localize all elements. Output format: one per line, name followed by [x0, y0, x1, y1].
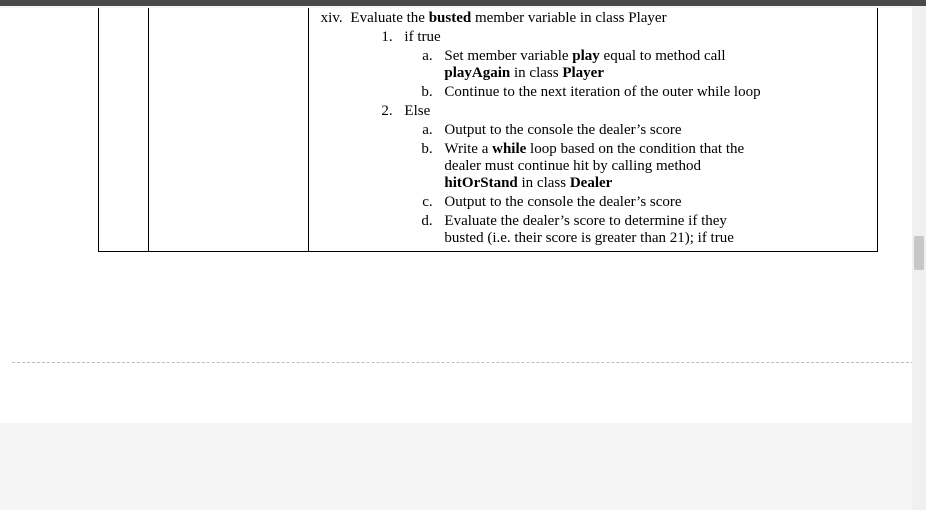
- scrollbar-thumb[interactable]: [914, 236, 924, 270]
- bold-while: while: [492, 141, 526, 157]
- text-1a: Set member variable play equal to method…: [444, 48, 769, 82]
- document-body: xiv. Evaluate the busted member variable…: [0, 8, 926, 423]
- marker-1a: a.: [421, 48, 441, 65]
- text-fragment: equal to method call: [600, 48, 726, 64]
- marker-2: 2.: [375, 103, 401, 120]
- text-2d: Evaluate the dealer’s score to determine…: [444, 213, 769, 247]
- text-xiv: Evaluate the busted member variable in c…: [350, 10, 666, 27]
- window-top-bar: [0, 0, 926, 6]
- bold-busted: busted: [429, 10, 472, 26]
- bold-playagain: playAgain: [444, 65, 510, 81]
- marker-1b: b.: [421, 84, 441, 101]
- text-2c: Output to the console the dealer’s score: [444, 194, 681, 211]
- marker-2c: c.: [421, 194, 441, 211]
- item-1: 1. if true: [375, 29, 871, 46]
- text-1b: Continue to the next iteration of the ou…: [444, 84, 760, 101]
- marker-2b: b.: [421, 141, 441, 158]
- vertical-scrollbar[interactable]: [912, 6, 926, 510]
- bold-player: Player: [562, 65, 604, 81]
- text-1: if true: [404, 29, 440, 46]
- marker-2a: a.: [421, 122, 441, 139]
- text-fragment: in class: [510, 65, 562, 81]
- text-fragment: in class: [518, 175, 570, 191]
- marker-1: 1.: [375, 29, 401, 46]
- item-2a: a. Output to the console the dealer’s sc…: [421, 122, 871, 139]
- table-row: xiv. Evaluate the busted member variable…: [99, 8, 878, 252]
- item-1a: a. Set member variable play equal to met…: [421, 48, 871, 82]
- text-fragment: Set member variable: [444, 48, 572, 64]
- item-2d: d. Evaluate the dealer’s score to determ…: [421, 213, 871, 247]
- table-cell-col2: [148, 8, 308, 252]
- text-2a: Output to the console the dealer’s score: [444, 122, 681, 139]
- table-cell-col1: [99, 8, 149, 252]
- text-2: Else: [404, 103, 430, 120]
- item-1b: b. Continue to the next iteration of the…: [421, 84, 871, 101]
- text-fragment: Write a: [444, 141, 492, 157]
- bold-hitorstand: hitOrStand: [444, 175, 517, 191]
- item-2c: c. Output to the console the dealer’s sc…: [421, 194, 871, 211]
- item-2: 2. Else: [375, 103, 871, 120]
- bold-play: play: [572, 48, 600, 64]
- bold-dealer: Dealer: [570, 175, 612, 191]
- text-fragment: member variable in class Player: [471, 10, 666, 26]
- table-cell-col3: xiv. Evaluate the busted member variable…: [308, 8, 877, 252]
- instruction-table: xiv. Evaluate the busted member variable…: [98, 8, 878, 252]
- text-2b: Write a while loop based on the conditio…: [444, 141, 769, 192]
- marker-xiv: xiv.: [321, 10, 347, 27]
- item-2b: b. Write a while loop based on the condi…: [421, 141, 871, 192]
- page-divider: [12, 362, 914, 363]
- text-fragment: Evaluate the: [350, 10, 428, 26]
- document-page: xiv. Evaluate the busted member variable…: [0, 8, 926, 423]
- marker-2d: d.: [421, 213, 441, 230]
- item-xiv: xiv. Evaluate the busted member variable…: [321, 10, 871, 27]
